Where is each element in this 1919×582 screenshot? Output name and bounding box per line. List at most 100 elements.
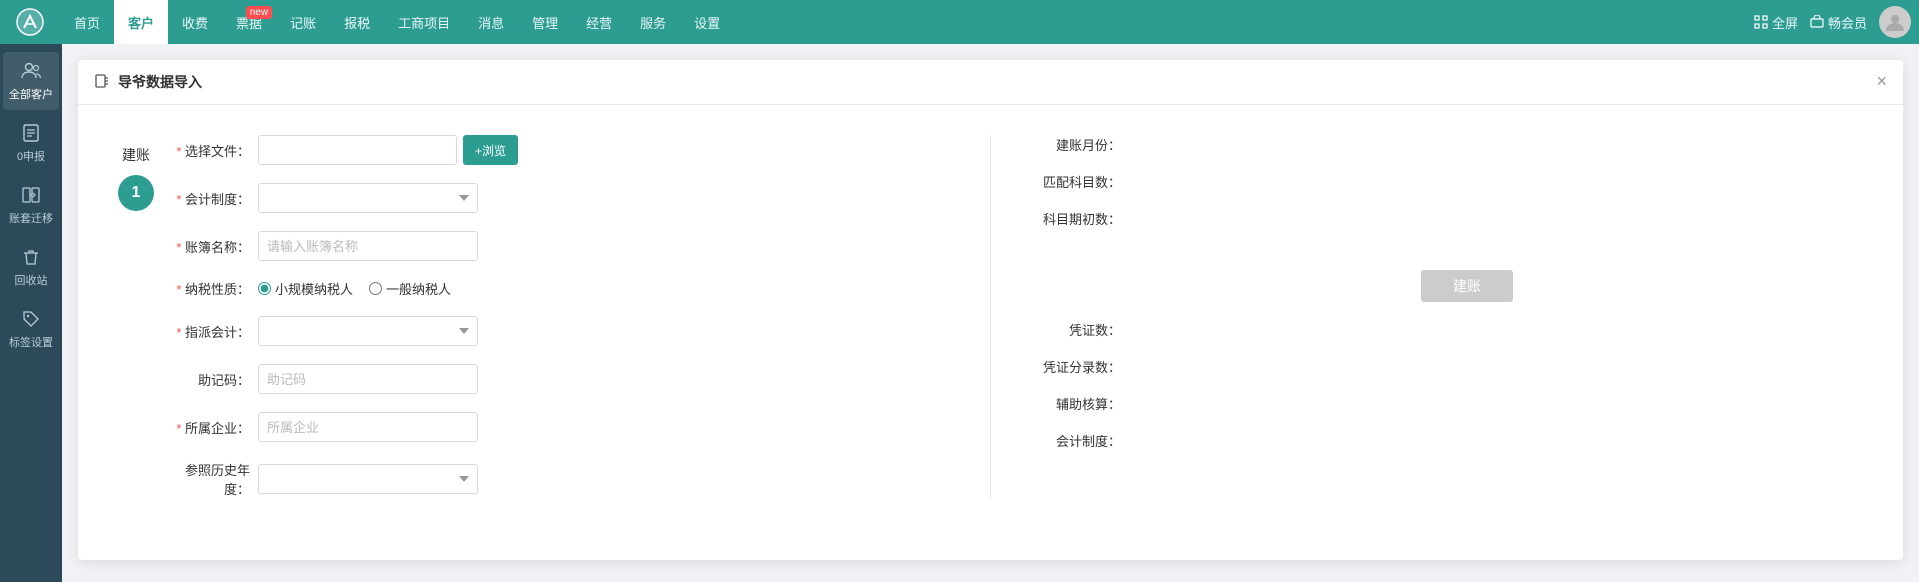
company-input[interactable] bbox=[258, 412, 478, 442]
migrate-icon bbox=[20, 184, 42, 206]
radio-general[interactable]: 一般纳税人 bbox=[369, 279, 451, 298]
sidebar-label-zero-report: 0申报 bbox=[17, 148, 45, 164]
file-control: +浏览 bbox=[258, 135, 518, 165]
accounting-label: 会计制度： bbox=[170, 189, 250, 208]
dialog: 导爷数据导入 × 建账 1 选择文件： bbox=[78, 60, 1903, 560]
accounting-select[interactable] bbox=[258, 183, 478, 213]
sidebar-item-migrate[interactable]: 账套迁移 bbox=[3, 176, 59, 234]
file-input-group: +浏览 bbox=[258, 135, 518, 165]
sidebar-item-all-customers[interactable]: 全部客户 bbox=[3, 52, 59, 110]
voucher-label: 凭证数： bbox=[1031, 320, 1121, 339]
info-section: 建账月份： 匹配科目数： 科目期初数： 建账 凭证 bbox=[1031, 135, 1863, 498]
radio-small-scale[interactable]: 小规模纳税人 bbox=[258, 279, 353, 298]
nav-invoice-badge: new bbox=[246, 6, 272, 19]
radio-general-label: 一般纳税人 bbox=[386, 279, 451, 298]
voucher-entries-label: 凭证分录数： bbox=[1031, 357, 1121, 376]
form-row-file: 选择文件： +浏览 bbox=[170, 135, 950, 165]
import-icon bbox=[94, 74, 110, 90]
sidebar-label-tag: 标签设置 bbox=[9, 334, 53, 350]
nav-right: 全屏 畅会员 bbox=[1754, 6, 1911, 38]
sidebar-item-zero-report[interactable]: 0申报 bbox=[3, 114, 59, 172]
info-row-match: 匹配科目数： bbox=[1031, 172, 1863, 191]
sidebar-item-tag[interactable]: 标签设置 bbox=[3, 300, 59, 358]
history-control bbox=[258, 464, 478, 494]
main-content: 导爷数据导入 × 建账 1 选择文件： bbox=[62, 44, 1919, 582]
dialog-close-button[interactable]: × bbox=[1876, 72, 1887, 90]
sidebar-label-all-customers: 全部客户 bbox=[9, 86, 53, 102]
accountant-label: 指派会计： bbox=[170, 322, 250, 341]
nav-settings[interactable]: 设置 bbox=[680, 0, 734, 44]
radio-small-scale-label: 小规模纳税人 bbox=[275, 279, 353, 298]
nav-operation[interactable]: 经营 bbox=[572, 0, 626, 44]
trash-icon bbox=[20, 246, 42, 268]
fullscreen-btn[interactable]: 全屏 bbox=[1754, 13, 1798, 32]
nav-invoice[interactable]: 票据 new bbox=[222, 0, 276, 44]
accounting-system-label: 会计制度： bbox=[1031, 431, 1121, 450]
member-btn[interactable]: 畅会员 bbox=[1810, 13, 1867, 32]
form-row-bookname: 账簿名称： bbox=[170, 231, 950, 261]
sidebar: 全部客户 0申报 账套迁移 回收站 标签设置 bbox=[0, 44, 62, 582]
nav-business[interactable]: 工商项目 bbox=[384, 0, 464, 44]
accounting-control bbox=[258, 183, 478, 213]
company-label: 所属企业： bbox=[170, 418, 250, 437]
form-row-accounting: 会计制度： bbox=[170, 183, 950, 213]
nav-items: 首页 客户 收费 票据 new 记账 报税 工商项目 消息 管理 经营 服务 设… bbox=[60, 0, 1754, 44]
bookname-label: 账簿名称： bbox=[170, 237, 250, 256]
nav-customer[interactable]: 客户 bbox=[114, 0, 168, 44]
logo[interactable] bbox=[8, 0, 52, 44]
history-label: 参照历史年度： bbox=[170, 460, 250, 498]
tag-icon bbox=[20, 308, 42, 330]
dialog-body: 建账 1 选择文件： +浏览 bbox=[78, 105, 1903, 528]
nav-service[interactable]: 服务 bbox=[626, 0, 680, 44]
month-label: 建账月份： bbox=[1031, 135, 1121, 154]
nav-manage[interactable]: 管理 bbox=[518, 0, 572, 44]
memo-label: 助记码： bbox=[170, 370, 250, 389]
form-row-company: 所属企业： bbox=[170, 412, 950, 442]
avatar[interactable] bbox=[1879, 6, 1911, 38]
sidebar-label-trash: 回收站 bbox=[15, 272, 48, 288]
file-input[interactable] bbox=[258, 135, 457, 165]
create-account-button[interactable]: 建账 bbox=[1421, 270, 1513, 302]
form-divider bbox=[990, 135, 991, 498]
step-label: 建账 bbox=[122, 145, 150, 165]
nav-message[interactable]: 消息 bbox=[464, 0, 518, 44]
step-badge: 1 bbox=[118, 175, 154, 211]
users-icon bbox=[20, 60, 42, 82]
nav-home[interactable]: 首页 bbox=[60, 0, 114, 44]
history-select[interactable] bbox=[258, 464, 478, 494]
accountant-control bbox=[258, 316, 478, 346]
tax-label: 纳税性质： bbox=[170, 279, 250, 298]
sidebar-label-migrate: 账套迁移 bbox=[9, 210, 53, 226]
match-label: 匹配科目数： bbox=[1031, 172, 1121, 191]
aux-label: 辅助核算： bbox=[1031, 394, 1121, 413]
info-row-month: 建账月份： bbox=[1031, 135, 1863, 154]
bookname-control bbox=[258, 231, 478, 261]
main-layout: 全部客户 0申报 账套迁移 回收站 标签设置 bbox=[0, 44, 1919, 582]
memo-input[interactable] bbox=[258, 364, 478, 394]
radio-general-input[interactable] bbox=[369, 282, 382, 295]
member-label: 畅会员 bbox=[1828, 13, 1867, 32]
company-control bbox=[258, 412, 478, 442]
info-row-accounting-system: 会计制度： bbox=[1031, 431, 1863, 450]
form-row-tax: 纳税性质： 小规模纳税人 一般纳税人 bbox=[170, 279, 950, 298]
fullscreen-label: 全屏 bbox=[1772, 13, 1798, 32]
top-nav: 首页 客户 收费 票据 new 记账 报税 工商项目 消息 管理 经营 服务 设… bbox=[0, 0, 1919, 44]
form-row-history: 参照历史年度： bbox=[170, 460, 950, 498]
dialog-title: 导爷数据导入 bbox=[118, 72, 202, 92]
nav-tax[interactable]: 报税 bbox=[330, 0, 384, 44]
form-rows: 选择文件： +浏览 会计制度： bbox=[170, 135, 950, 498]
info-row-aux: 辅助核算： bbox=[1031, 394, 1863, 413]
accountant-select[interactable] bbox=[258, 316, 478, 346]
form-row-memo: 助记码： bbox=[170, 364, 950, 394]
nav-bookkeeping[interactable]: 记账 bbox=[276, 0, 330, 44]
info-row-voucher-entries: 凭证分录数： bbox=[1031, 357, 1863, 376]
bookname-input[interactable] bbox=[258, 231, 478, 261]
info-row-period: 科目期初数： bbox=[1031, 209, 1863, 228]
form-row-accountant: 指派会计： bbox=[170, 316, 950, 346]
radio-group-tax: 小规模纳税人 一般纳税人 bbox=[258, 279, 451, 298]
sidebar-item-trash[interactable]: 回收站 bbox=[3, 238, 59, 296]
nav-fee[interactable]: 收费 bbox=[168, 0, 222, 44]
period-label: 科目期初数： bbox=[1031, 209, 1121, 228]
browse-button[interactable]: +浏览 bbox=[463, 135, 518, 165]
radio-small-scale-input[interactable] bbox=[258, 282, 271, 295]
